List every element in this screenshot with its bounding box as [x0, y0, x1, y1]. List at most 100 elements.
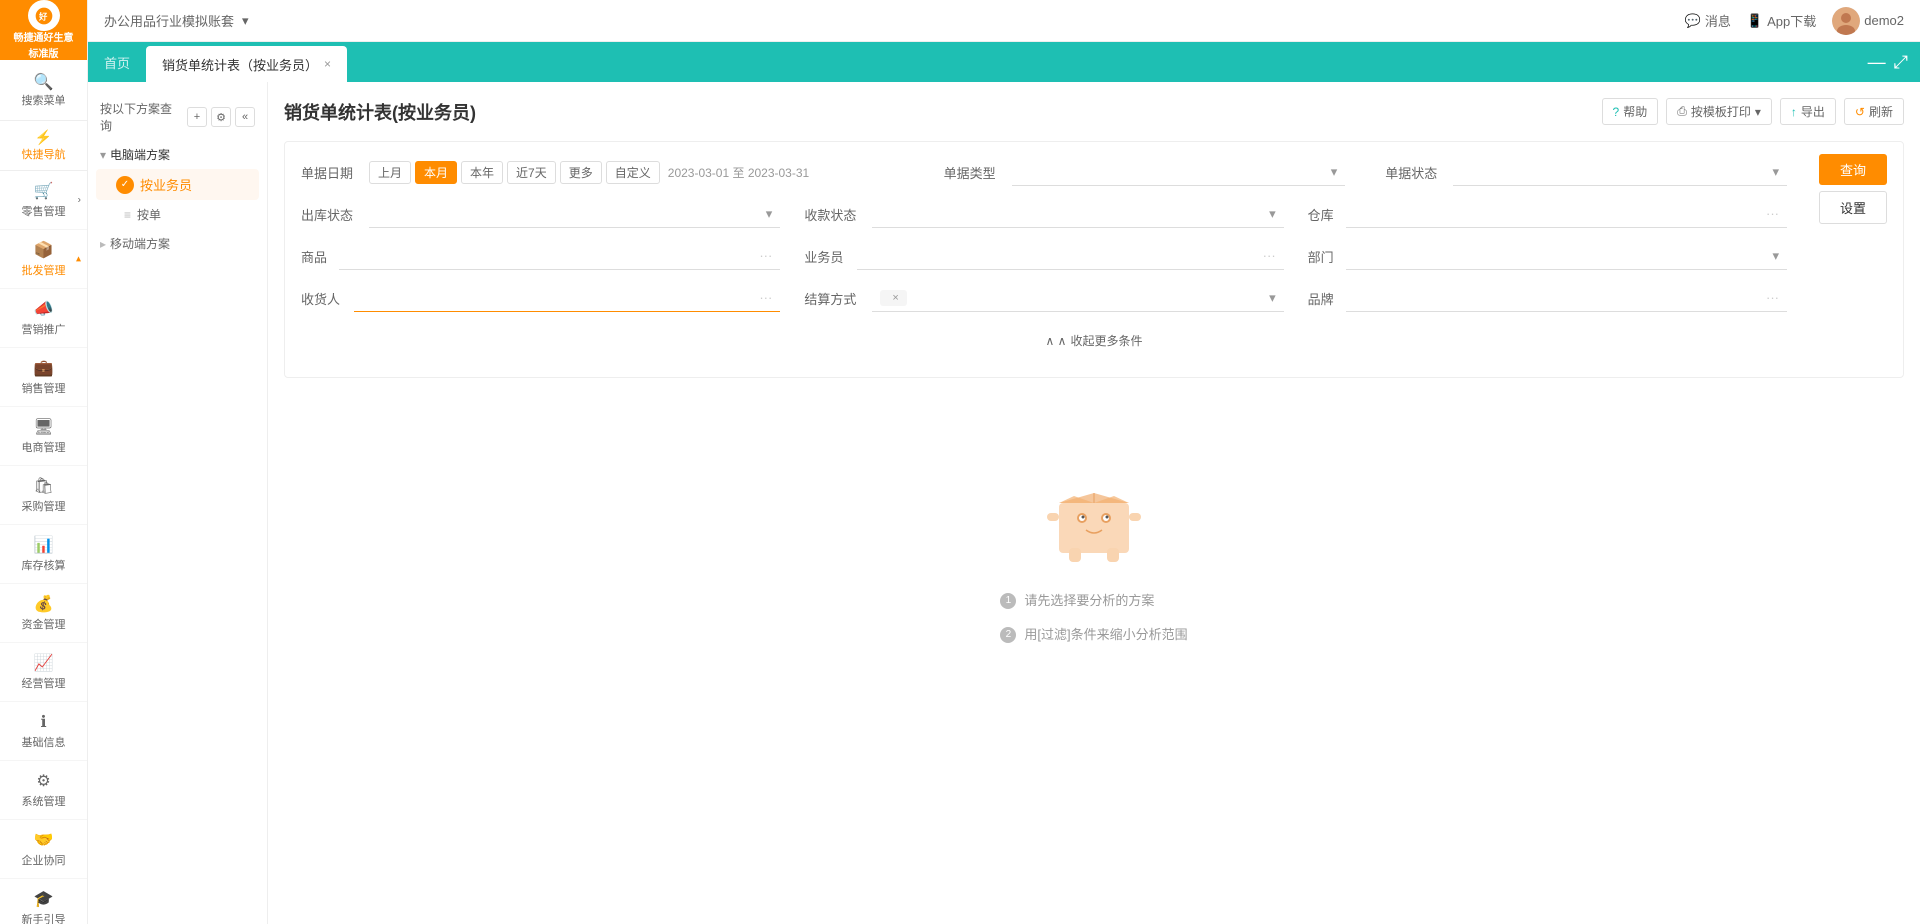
settlement-select[interactable]: × ▾	[872, 284, 1283, 312]
settlement-clear-icon[interactable]: ×	[892, 292, 898, 304]
mobile-scheme-group: ▸ 移动端方案	[88, 229, 267, 258]
department-select[interactable]: ▾	[1346, 242, 1787, 270]
empty-illustration	[1039, 458, 1149, 568]
user-profile-button[interactable]: demo2	[1832, 7, 1904, 35]
filter-product: 商品 ···	[301, 242, 780, 270]
collapse-panel-button[interactable]: «	[235, 107, 255, 127]
filter-doc-type: 单据类型 ▾	[944, 158, 1346, 186]
filter-area: 查询 设置 单据日期 上月 本月 本年 近7天 更多 自定义	[284, 141, 1904, 378]
tab-home[interactable]: 首页	[88, 42, 146, 82]
sidebar-item-finance[interactable]: 💰 资金管理	[0, 584, 87, 643]
filter-settlement: 结算方式 × ▾	[804, 284, 1283, 312]
app-download-button[interactable]: 📱 App下载	[1747, 11, 1816, 30]
brand-more-icon: ···	[1766, 290, 1779, 305]
doc-status-label: 单据状态	[1385, 163, 1445, 182]
settings-scheme-button[interactable]: ⚙	[211, 107, 231, 127]
newbie-icon: 🎓	[34, 889, 54, 909]
sidebar: 好 畅捷通好生意 标准版 🔍 搜索菜单 ⚡ 快捷导航 🛒 零售管理 › 📦 批发…	[0, 0, 88, 924]
sidebar-item-newbie-label: 新手引导	[22, 911, 66, 924]
tab-home-label: 首页	[104, 53, 130, 72]
product-input[interactable]: ···	[339, 242, 780, 270]
print-dropdown-icon: ▾	[1755, 105, 1761, 119]
collapse-row: ∧ ∧ 收起更多条件	[301, 320, 1887, 361]
main-area: 办公用品行业模拟账套 ▾ 💬 消息 📱 App下载 demo2 首页	[88, 0, 1920, 924]
sidebar-item-basic[interactable]: ℹ 基础信息	[0, 702, 87, 761]
settings-button[interactable]: 设置	[1819, 191, 1887, 224]
filter-row-1: 单据日期 上月 本月 本年 近7天 更多 自定义 2023-03-01 至 20…	[301, 158, 1887, 186]
operations-icon: 📈	[34, 653, 54, 673]
message-button[interactable]: 💬 消息	[1685, 11, 1731, 30]
collapse-button[interactable]: ∧ ∧ 收起更多条件	[1034, 328, 1155, 353]
doc-status-select[interactable]: ▾	[1453, 158, 1787, 186]
app-download-icon: 📱	[1747, 13, 1763, 29]
sales-icon: 💼	[34, 358, 54, 378]
sidebar-item-retail[interactable]: 🛒 零售管理 ›	[0, 171, 87, 230]
page-header: 销货单统计表(按业务员) ? 帮助 ⎙ 按模板打印 ▾ ↑ 导出	[284, 98, 1904, 125]
warehouse-more-icon: ···	[1766, 206, 1779, 221]
chevron-right-icon: ›	[78, 195, 81, 206]
inventory-icon: 📊	[34, 535, 54, 555]
scheme-item-by-salesperson[interactable]: ✓ 按业务员	[96, 169, 259, 200]
export-button[interactable]: ↑ 导出	[1780, 98, 1836, 125]
add-scheme-button[interactable]: +	[187, 107, 207, 127]
settlement-tag: ×	[880, 290, 906, 306]
system-icon: ⚙	[36, 771, 50, 791]
empty-tip-2-text: 用[过滤]条件来缩小分析范围	[1024, 622, 1187, 648]
sidebar-item-coop[interactable]: 🤝 企业协同	[0, 820, 87, 879]
sidebar-item-sales[interactable]: 💼 销售管理	[0, 348, 87, 407]
ship-status-select[interactable]: ▾	[369, 200, 780, 228]
date-btn-this-year[interactable]: 本年	[461, 161, 503, 184]
tab-maximize-icon[interactable]: ⤢	[1894, 52, 1908, 73]
payment-status-label: 收款状态	[804, 205, 864, 224]
doc-type-select[interactable]: ▾	[1012, 158, 1346, 186]
ship-status-label: 出库状态	[301, 205, 361, 224]
desktop-scheme-toggle[interactable]: ▾ 电脑端方案	[96, 140, 259, 169]
brand-input[interactable]: ···	[1346, 284, 1787, 312]
avatar	[1832, 7, 1860, 35]
receiver-input[interactable]: ···	[354, 284, 780, 312]
tab-close-icon[interactable]: ×	[324, 57, 331, 71]
sidebar-item-wholesale[interactable]: 📦 批发管理 ▴	[0, 230, 87, 289]
date-btn-custom[interactable]: 自定义	[606, 161, 660, 184]
app-name: 畅捷通好生意	[14, 33, 74, 45]
date-btn-last-month[interactable]: 上月	[369, 161, 411, 184]
help-label: 帮助	[1623, 103, 1647, 120]
salesperson-input[interactable]: ···	[857, 242, 1283, 270]
sidebar-item-retail-label: 零售管理	[22, 203, 66, 219]
filter-row-3: 商品 ··· 业务员 ··· 部门	[301, 242, 1887, 270]
doc-type-dropdown-icon: ▾	[1331, 164, 1338, 180]
tab-sales-stat[interactable]: 销货单统计表（按业务员） ×	[146, 46, 347, 82]
search-menu-button[interactable]: 🔍 搜索菜单	[18, 68, 70, 112]
tab-actions: — ⤢	[1868, 52, 1920, 73]
sidebar-item-marketing[interactable]: 📣 营销推广	[0, 289, 87, 348]
sidebar-item-inventory[interactable]: 📊 库存核算	[0, 525, 87, 584]
ecommerce-icon: 🖥	[33, 417, 53, 437]
scheme-order-label: 按单	[137, 206, 161, 223]
warehouse-input[interactable]: ···	[1346, 200, 1787, 228]
query-button[interactable]: 查询	[1819, 154, 1887, 185]
department-label: 部门	[1308, 247, 1338, 266]
tab-minimize-icon[interactable]: —	[1868, 52, 1886, 73]
sidebar-item-ecommerce[interactable]: 🖥 电商管理	[0, 407, 87, 466]
date-btn-more[interactable]: 更多	[560, 161, 602, 184]
date-btn-this-month[interactable]: 本月	[415, 161, 457, 184]
app-download-label: App下载	[1767, 11, 1816, 30]
refresh-button[interactable]: ↺ 刷新	[1844, 98, 1904, 125]
sidebar-item-operations[interactable]: 📈 经营管理	[0, 643, 87, 702]
sidebar-item-purchase[interactable]: 🛍 采购管理	[0, 466, 87, 525]
product-more-icon: ···	[759, 248, 772, 263]
breadcrumb: 办公用品行业模拟账套 ▾	[104, 11, 249, 30]
page-content: 按以下方案查询 + ⚙ « ▾ 电脑端方案 ✓ 按业务员	[88, 82, 1920, 924]
help-button[interactable]: ? 帮助	[1602, 98, 1659, 125]
payment-status-select[interactable]: ▾	[872, 200, 1283, 228]
sidebar-item-newbie[interactable]: 🎓 新手引导	[0, 879, 87, 924]
mobile-scheme-toggle[interactable]: ▸ 移动端方案	[96, 229, 259, 258]
print-button[interactable]: ⎙ 按模板打印 ▾	[1666, 98, 1772, 125]
filter-payment-status: 收款状态 ▾	[804, 200, 1283, 228]
quick-nav-button[interactable]: ⚡ 快捷导航	[0, 121, 87, 171]
scheme-item-by-order[interactable]: ≡ 按单	[96, 200, 259, 229]
sidebar-item-system[interactable]: ⚙ 系统管理	[0, 761, 87, 820]
settlement-label: 结算方式	[804, 289, 864, 308]
date-btn-7days[interactable]: 近7天	[507, 161, 556, 184]
desktop-scheme-group: ▾ 电脑端方案 ✓ 按业务员 ≡ 按单	[88, 140, 267, 229]
